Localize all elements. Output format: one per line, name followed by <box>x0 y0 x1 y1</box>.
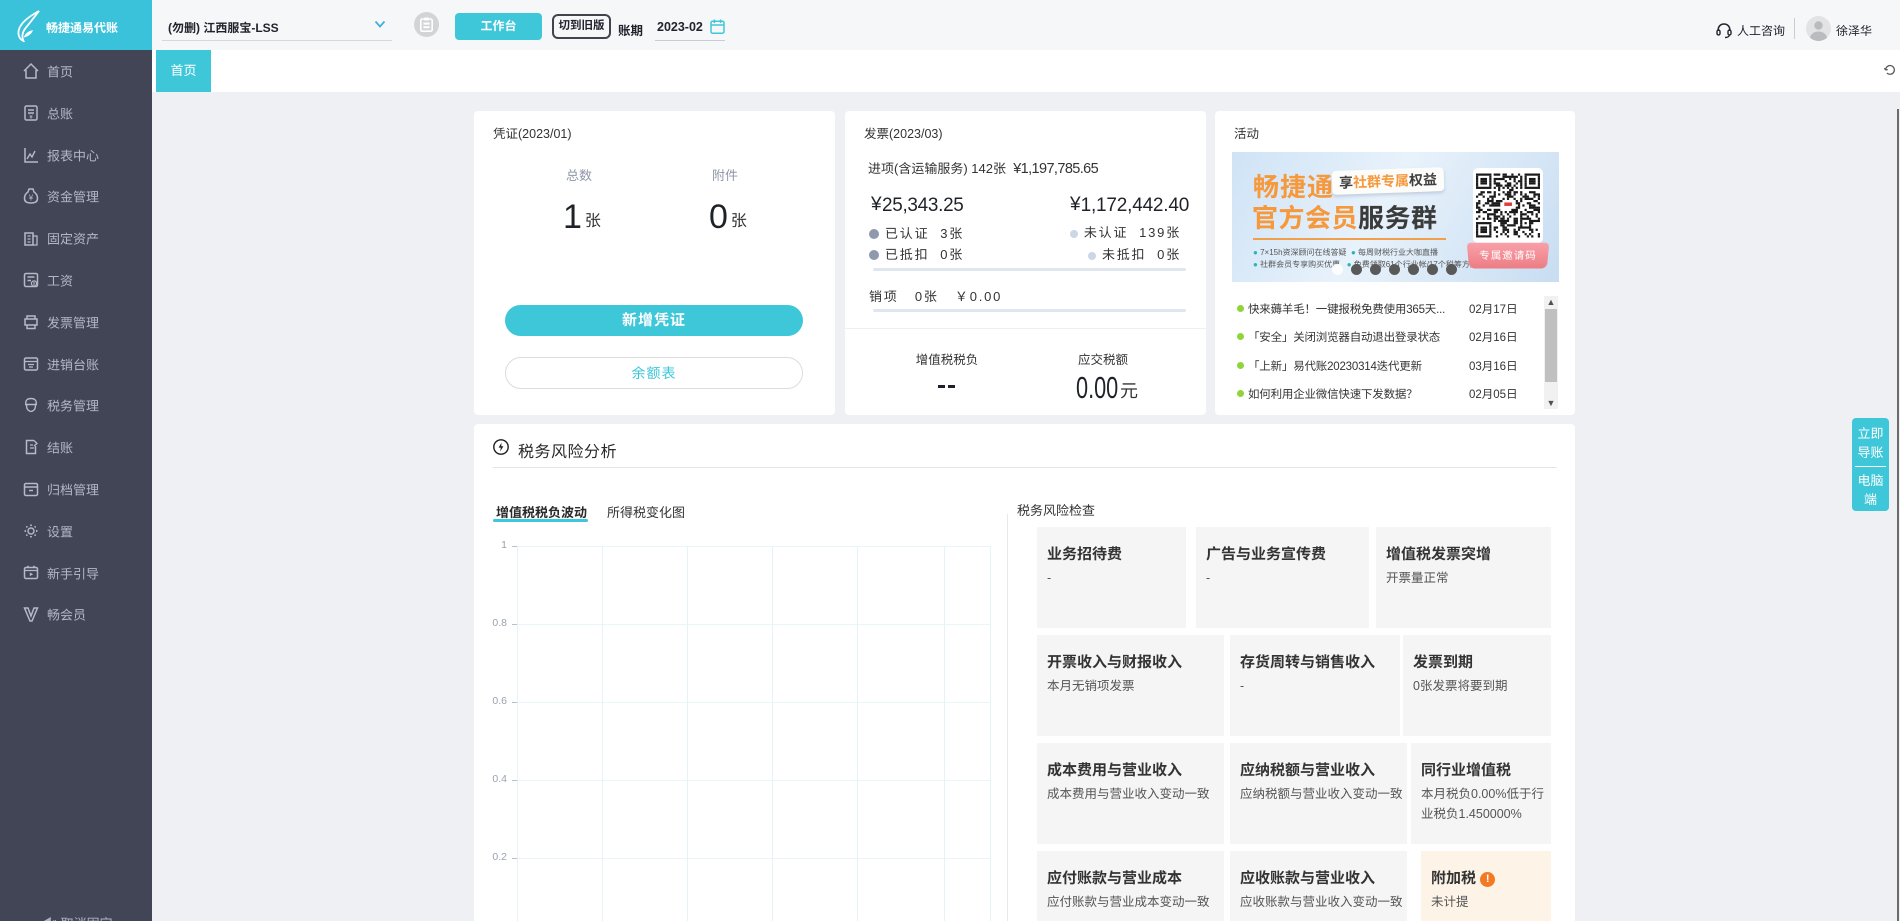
svg-text:¥: ¥ <box>28 194 34 203</box>
